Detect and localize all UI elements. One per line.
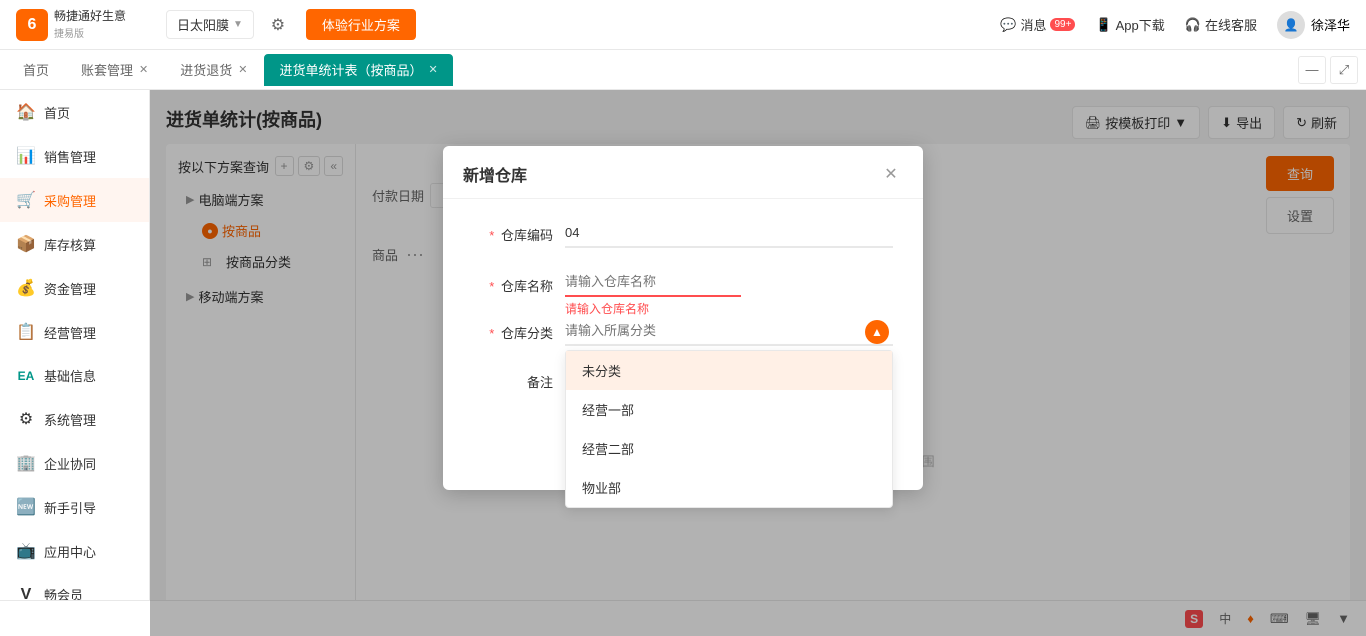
sidebar-label-apps: 应用中心 [44,542,96,561]
tab-account[interactable]: 账套管理 ✕ [66,54,163,86]
home-icon: 🏠 [16,102,36,122]
sidebar-item-apps[interactable]: 📺 应用中心 [0,529,149,573]
category-label: * 仓库分类 [473,317,553,342]
category-dropdown: 未分类 经营一部 经营二部 物业部 [565,350,893,508]
sidebar-item-inventory[interactable]: 📦 库存核算 [0,222,149,266]
online-service-item[interactable]: 🎧 在线客服 [1185,15,1257,34]
notification-icon: 💬 [1000,17,1016,33]
sidebar-label-enterprise: 企业协同 [44,454,96,473]
category-toggle-icon[interactable]: ▲ [865,320,889,344]
sidebar-item-guide[interactable]: 🆕 新手引导 [0,485,149,529]
enterprise-icon: 🏢 [16,453,36,473]
sidebar-item-home[interactable]: 🏠 首页 [0,90,149,134]
remarks-label: 备注 [473,366,553,391]
tab-purchase-return[interactable]: 进货退货 ✕ [165,54,262,86]
username: 徐泽华 [1311,15,1350,34]
tab-home-label: 首页 [23,60,49,79]
inventory-icon: 📦 [16,234,36,254]
apps-icon: 📺 [16,541,36,561]
sidebar-label-system: 系统管理 [44,410,96,429]
name-input[interactable] [565,268,741,297]
sidebar-item-enterprise[interactable]: 🏢 企业协同 [0,441,149,485]
tab-minimize-icon[interactable]: — [1298,56,1326,84]
tab-purchase-stats-close[interactable]: ✕ [429,63,438,76]
tab-purchase-stats-label: 进货单统计表（按商品） [279,60,422,79]
user-avatar: 👤 [1277,11,1305,39]
modal-header: 新增仓库 ✕ [443,146,923,199]
name-label: * 仓库名称 [473,270,553,295]
code-field-row: * 仓库编码 [473,219,893,248]
sidebar-item-purchase[interactable]: 🛒 采购管理 [0,178,149,222]
modal-title: 新增仓库 [463,162,527,186]
notifications-badge: 99+ [1050,18,1075,31]
tab-purchase-stats[interactable]: 进货单统计表（按商品） ✕ [264,54,452,86]
dropdown-item-ops1[interactable]: 经营一部 [566,390,892,429]
code-input[interactable] [565,219,893,248]
sidebar-label-basic: 基础信息 [44,366,96,385]
app-download-icon: 📱 [1095,17,1111,33]
sales-icon: 📊 [16,146,36,166]
user-area[interactable]: 👤 徐泽华 [1277,11,1350,39]
logo-area: 6 畅捷通好生意 捷易版 [16,9,166,41]
sidebar-label-inventory: 库存核算 [44,235,96,254]
tab-account-label: 账套管理 [81,60,133,79]
sidebar-item-finance[interactable]: 💰 资金管理 [0,266,149,310]
category-input[interactable] [565,317,893,346]
basic-icon: EA [16,369,36,383]
dropdown-item-property[interactable]: 物业部 [566,468,892,507]
tab-purchase-return-close[interactable]: ✕ [238,63,247,76]
tab-controls: — ⤢ [1298,56,1358,84]
notifications-label: 消息 [1020,15,1046,34]
sidebar-label-operation: 经营管理 [44,323,96,342]
dropdown-item-unclassified[interactable]: 未分类 [566,351,892,390]
sidebar-label-guide: 新手引导 [44,498,96,517]
guide-icon: 🆕 [16,497,36,517]
modal-close-icon[interactable]: ✕ [879,162,903,186]
name-error-message: 请输入仓库名称 [565,300,649,317]
finance-icon: 💰 [16,278,36,298]
sidebar-label-finance: 资金管理 [44,279,96,298]
tab-purchase-return-label: 进货退货 [180,60,232,79]
sidebar-item-sales[interactable]: 📊 销售管理 [0,134,149,178]
tab-account-close[interactable]: ✕ [139,63,148,76]
sidebar-label-home: 首页 [44,103,70,122]
category-wrapper: ▲ 未分类 经营一部 经营二部 物业部 [565,317,893,346]
operation-icon: 📋 [16,322,36,342]
sidebar-item-operation[interactable]: 📋 经营管理 [0,310,149,354]
sidebar: 🏠 首页 📊 销售管理 🛒 采购管理 📦 库存核算 💰 资金管理 📋 经营管理 … [0,90,150,636]
tab-bar: 首页 账套管理 ✕ 进货退货 ✕ 进货单统计表（按商品） ✕ — ⤢ [0,50,1366,90]
store-dropdown-arrow: ▼ [233,19,243,30]
tab-expand-icon[interactable]: ⤢ [1330,56,1358,84]
header-right: 💬 消息 99+ 📱 App下载 🎧 在线客服 👤 徐泽华 [1000,11,1350,39]
modal-body: * 仓库编码 * 仓库名称 请输入仓库名称 * 仓库分类 [443,199,923,435]
app-download-label: App下载 [1116,15,1165,34]
sidebar-item-system[interactable]: ⚙ 系统管理 [0,397,149,441]
online-service-label: 在线客服 [1205,15,1257,34]
dropdown-item-ops2[interactable]: 经营二部 [566,429,892,468]
name-field-row: * 仓库名称 请输入仓库名称 [473,268,893,297]
tab-home[interactable]: 首页 [8,54,64,86]
logo-icon: 6 [16,9,48,41]
headset-icon: 🎧 [1185,17,1201,33]
try-industry-button[interactable]: 体验行业方案 [306,9,416,40]
code-label: * 仓库编码 [473,219,553,244]
store-name: 日太阳膜 [177,15,229,34]
settings-icon[interactable]: ⚙ [262,9,294,41]
top-header: 6 畅捷通好生意 捷易版 日太阳膜 ▼ ⚙ 体验行业方案 💬 消息 99+ 📱 … [0,0,1366,50]
store-selector[interactable]: 日太阳膜 ▼ [166,10,254,39]
category-field-row: * 仓库分类 ▲ 未分类 经营一部 经营二部 物业部 [473,317,893,346]
system-icon: ⚙ [16,409,36,429]
notifications-item[interactable]: 💬 消息 99+ [1000,15,1075,34]
sidebar-item-basic[interactable]: EA 基础信息 [0,354,149,397]
app-download-item[interactable]: 📱 App下载 [1095,15,1164,34]
logo-name: 畅捷通好生意 [54,9,126,25]
purchase-icon: 🛒 [16,190,36,210]
logo-sub: 捷易版 [54,25,126,40]
sidebar-label-sales: 销售管理 [44,147,96,166]
sidebar-label-purchase: 采购管理 [44,191,96,210]
new-warehouse-modal: 新增仓库 ✕ * 仓库编码 * 仓库名称 请输入仓库名称 [443,146,923,490]
